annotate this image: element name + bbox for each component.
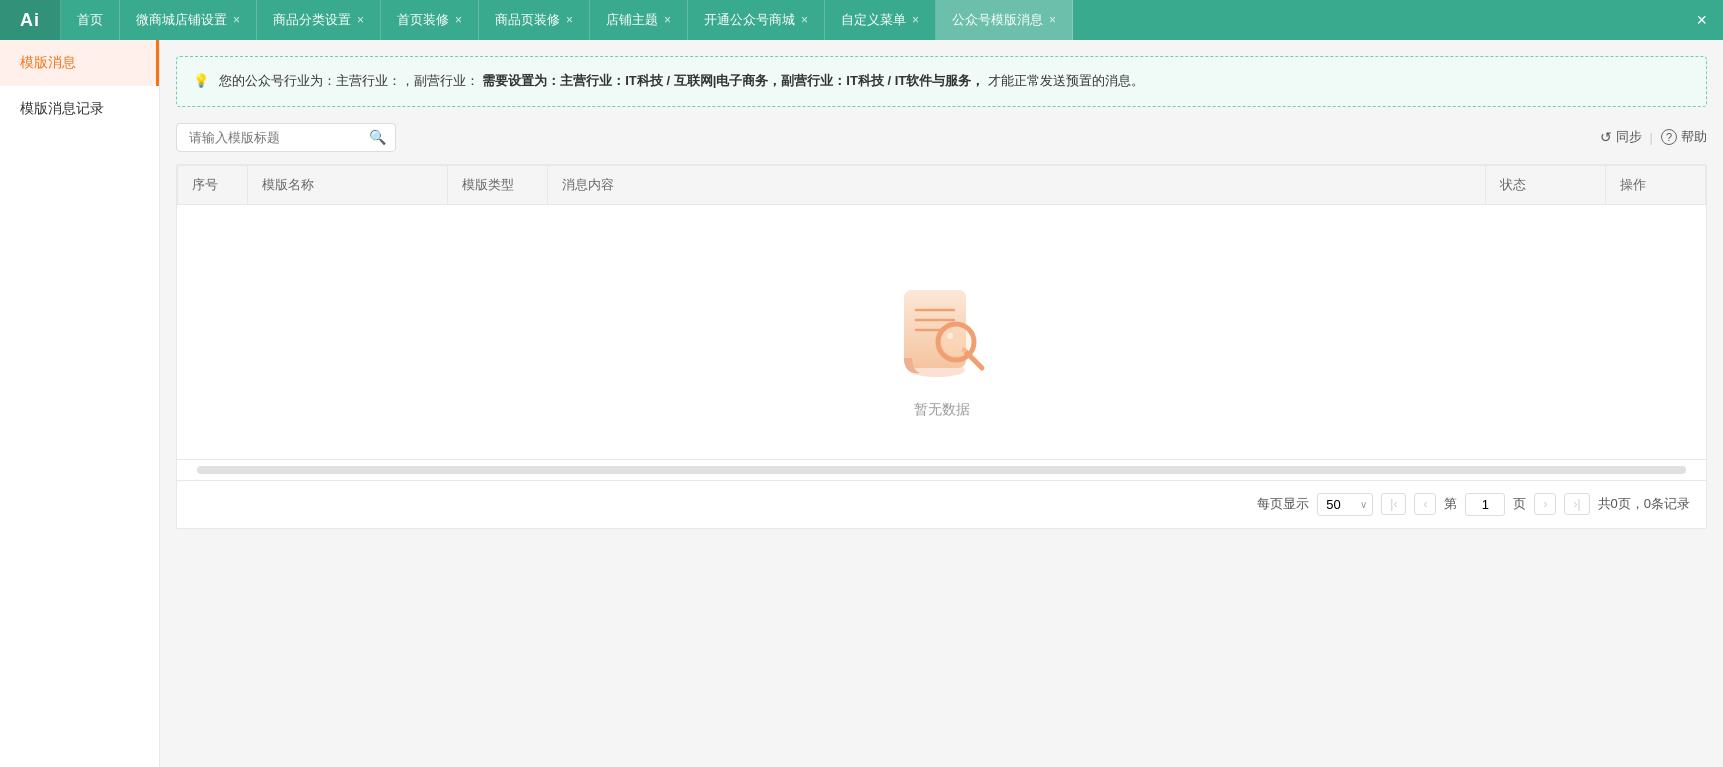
sync-button[interactable]: ↺ 同步 <box>1600 128 1642 146</box>
col-name: 模版名称 <box>248 165 448 204</box>
sidebar-item-template-record-label: 模版消息记录 <box>20 100 104 116</box>
empty-icon <box>882 265 1002 385</box>
page-post-label: 页 <box>1513 495 1526 513</box>
horizontal-scrollbar[interactable] <box>197 466 1686 474</box>
page-size-select-wrap: 50 10 20 100 <box>1317 493 1373 516</box>
tab-weishop[interactable]: 微商城店铺设置 × <box>120 0 257 40</box>
sync-label: 同步 <box>1616 128 1642 146</box>
tab-category-label: 商品分类设置 <box>273 11 351 29</box>
first-page-button[interactable]: |‹ <box>1381 493 1406 515</box>
tab-home-label: 首页 <box>77 11 103 29</box>
empty-text: 暂无数据 <box>177 401 1706 419</box>
tab-custommenu-label: 自定义菜单 <box>841 11 906 29</box>
col-seq: 序号 <box>178 165 248 204</box>
data-table: 序号 模版名称 模版类型 消息内容 状态 操作 <box>177 165 1706 205</box>
close-all-button[interactable]: × <box>1680 0 1723 40</box>
tab-theme-close[interactable]: × <box>664 13 671 27</box>
sidebar-item-template-msg-label: 模版消息 <box>20 54 76 70</box>
table-header-row: 序号 模版名称 模版类型 消息内容 状态 操作 <box>178 165 1706 204</box>
help-label: 帮助 <box>1681 128 1707 146</box>
tab-homepage-label: 首页装修 <box>397 11 449 29</box>
notice-icon: 💡 <box>193 73 209 88</box>
tab-theme[interactable]: 店铺主题 × <box>590 0 688 40</box>
tab-homepage-close[interactable]: × <box>455 13 462 27</box>
sidebar-item-template-msg[interactable]: 模版消息 <box>0 40 159 86</box>
notice-text-suffix: 才能正常发送预置的消息。 <box>988 73 1144 88</box>
tab-homepage[interactable]: 首页装修 × <box>381 0 479 40</box>
notice-text-prefix: 您的公众号行业为：主营行业：，副营行业： <box>219 73 479 88</box>
scroll-bar-wrap <box>177 459 1706 480</box>
logo-text: Ai <box>20 10 40 31</box>
col-status: 状态 <box>1486 165 1606 204</box>
page-size-label: 每页显示 <box>1257 495 1309 513</box>
search-bar: 🔍 ↺ 同步 | ? 帮助 <box>176 123 1707 152</box>
tab-product-label: 商品页装修 <box>495 11 560 29</box>
tab-category[interactable]: 商品分类设置 × <box>257 0 381 40</box>
tab-templatemsg[interactable]: 公众号模版消息 × <box>936 0 1073 40</box>
search-input[interactable] <box>176 123 396 152</box>
tab-wechat-close[interactable]: × <box>801 13 808 27</box>
next-page-button[interactable]: › <box>1534 493 1556 515</box>
tab-templatemsg-close[interactable]: × <box>1049 13 1056 27</box>
col-action: 操作 <box>1606 165 1706 204</box>
pagination: 每页显示 50 10 20 100 |‹ ‹ 第 页 › ›| 共0页，0条记录 <box>177 480 1706 528</box>
tab-wechat-label: 开通公众号商城 <box>704 11 795 29</box>
tab-bar: Ai 首页 微商城店铺设置 × 商品分类设置 × 首页装修 × 商品页装修 × … <box>0 0 1723 40</box>
content-area: 💡 您的公众号行业为：主营行业：，副营行业： 需要设置为：主营行业：IT科技 /… <box>160 40 1723 767</box>
tab-custommenu-close[interactable]: × <box>912 13 919 27</box>
last-page-button[interactable]: ›| <box>1564 493 1589 515</box>
notice-box: 💡 您的公众号行业为：主营行业：，副营行业： 需要设置为：主营行业：IT科技 /… <box>176 56 1707 107</box>
search-input-wrap: 🔍 <box>176 123 396 152</box>
tab-theme-label: 店铺主题 <box>606 11 658 29</box>
svg-point-9 <box>947 333 953 339</box>
logo-tab: Ai <box>0 0 61 40</box>
table-container: 序号 模版名称 模版类型 消息内容 状态 操作 <box>176 164 1707 529</box>
sidebar: 模版消息 模版消息记录 <box>0 40 160 767</box>
tab-wechat[interactable]: 开通公众号商城 × <box>688 0 825 40</box>
tab-product[interactable]: 商品页装修 × <box>479 0 590 40</box>
tab-templatemsg-label: 公众号模版消息 <box>952 11 1043 29</box>
total-info: 共0页，0条记录 <box>1598 495 1690 513</box>
tab-custommenu[interactable]: 自定义菜单 × <box>825 0 936 40</box>
sidebar-item-template-record[interactable]: 模版消息记录 <box>0 86 159 132</box>
help-icon: ? <box>1661 129 1677 145</box>
toolbar-right: ↺ 同步 | ? 帮助 <box>1600 128 1707 146</box>
tab-product-close[interactable]: × <box>566 13 573 27</box>
sync-icon: ↺ <box>1600 129 1612 145</box>
search-icon[interactable]: 🔍 <box>369 129 386 145</box>
empty-state: 暂无数据 <box>177 205 1706 459</box>
help-button[interactable]: ? 帮助 <box>1661 128 1707 146</box>
page-input[interactable] <box>1465 493 1505 516</box>
toolbar-divider: | <box>1650 130 1653 145</box>
notice-text-highlight: 需要设置为：主营行业：IT科技 / 互联网|电子商务，副营行业：IT科技 / I… <box>482 73 984 88</box>
tab-weishop-label: 微商城店铺设置 <box>136 11 227 29</box>
prev-page-button[interactable]: ‹ <box>1414 493 1436 515</box>
page-size-select[interactable]: 50 10 20 100 <box>1317 493 1373 516</box>
col-type: 模版类型 <box>448 165 548 204</box>
tab-weishop-close[interactable]: × <box>233 13 240 27</box>
col-content: 消息内容 <box>548 165 1486 204</box>
tab-home[interactable]: 首页 <box>61 0 120 40</box>
tab-category-close[interactable]: × <box>357 13 364 27</box>
main-layout: 模版消息 模版消息记录 💡 您的公众号行业为：主营行业：，副营行业： 需要设置为… <box>0 40 1723 767</box>
page-pre-label: 第 <box>1444 495 1457 513</box>
svg-point-8 <box>942 328 970 356</box>
